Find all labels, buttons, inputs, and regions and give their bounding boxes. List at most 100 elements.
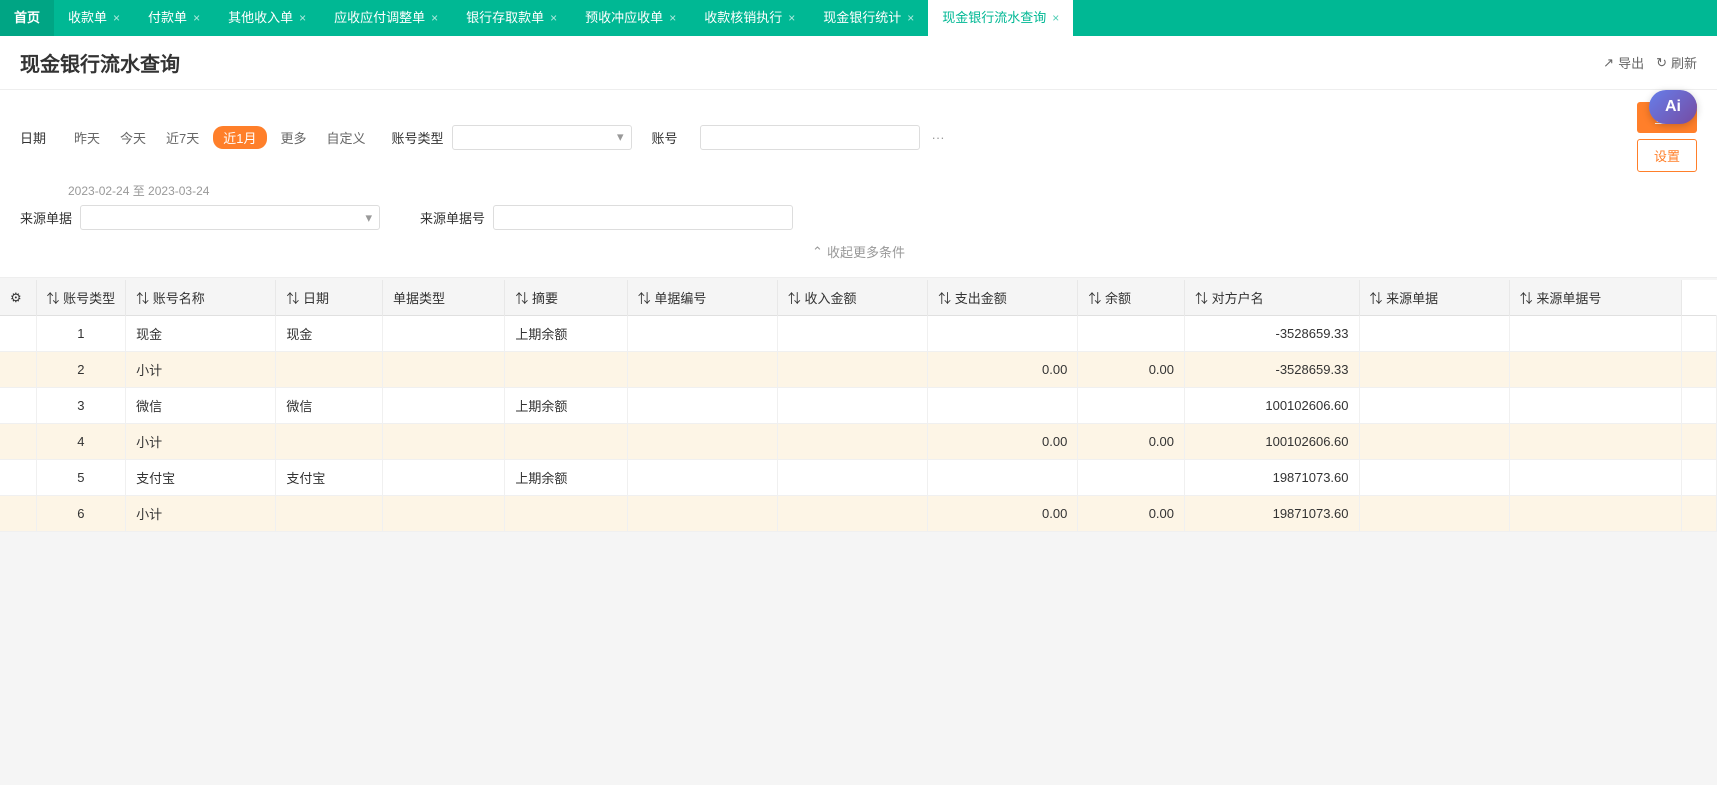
nav-close-bank-deposit[interactable]: × xyxy=(550,0,557,36)
nav-item-receipt[interactable]: 收款单 × xyxy=(54,0,134,36)
col-source-doc-num-label: 来源单据号 xyxy=(1536,291,1601,306)
table-cell: -3528659.33 xyxy=(1185,316,1360,352)
nav-item-other-income[interactable]: 其他收入单 × xyxy=(214,0,320,36)
date-btn-1month[interactable]: 近1月 xyxy=(213,126,266,149)
nav-item-home[interactable]: 首页 xyxy=(0,0,54,36)
row-gear-cell xyxy=(0,352,36,388)
col-source-doc-num[interactable]: ⇅ 来源单据号 xyxy=(1509,280,1681,316)
col-income-sort: ⇅ xyxy=(788,291,801,306)
col-summary[interactable]: ⇅ 摘要 xyxy=(505,280,627,316)
account-input[interactable] xyxy=(700,125,920,150)
nav-close-cash-stats[interactable]: × xyxy=(907,0,914,36)
date-btn-custom[interactable]: 自定义 xyxy=(321,126,372,149)
col-date-label: 日期 xyxy=(303,291,329,306)
refresh-button[interactable]: ↻ 刷新 xyxy=(1656,53,1697,72)
col-income[interactable]: ⇅ 收入金额 xyxy=(777,280,927,316)
nav-item-prepaid[interactable]: 预收冲应收单 × xyxy=(571,0,690,36)
col-income-label: 收入金额 xyxy=(805,291,857,306)
nav-item-cash-flow[interactable]: 现金银行流水查询 × xyxy=(928,0,1073,36)
account-label: 账号 xyxy=(652,128,692,147)
settings-button[interactable]: 设置 xyxy=(1637,139,1697,172)
table-cell xyxy=(276,352,383,388)
source-doc-filter-field: 来源单据 xyxy=(20,205,380,230)
table-cell: 上期余额 xyxy=(505,460,627,496)
source-doc-select[interactable] xyxy=(80,205,380,230)
date-range-display: 2023-02-24 至 2023-03-24 xyxy=(64,182,1697,199)
top-navigation: 首页 收款单 × 付款单 × 其他收入单 × 应收应付调整单 × 银行存取款单 … xyxy=(0,0,1717,36)
nav-close-cash-flow[interactable]: × xyxy=(1052,0,1059,36)
col-expense[interactable]: ⇅ 支出金额 xyxy=(928,280,1078,316)
export-icon: ↗ xyxy=(1603,55,1614,71)
date-btn-more[interactable]: 更多 xyxy=(275,126,313,149)
col-counterparty[interactable]: ⇅ 对方户名 xyxy=(1185,280,1360,316)
account-ellipsis[interactable]: ··· xyxy=(928,126,949,149)
source-doc-num-input[interactable] xyxy=(493,205,793,230)
date-btn-7days[interactable]: 近7天 xyxy=(160,126,205,149)
table-row[interactable]: 5支付宝支付宝上期余额19871073.60 xyxy=(0,460,1717,496)
col-balance[interactable]: ⇅ 余额 xyxy=(1078,280,1185,316)
nav-label-ar-ap-adjust: 应收应付调整单 xyxy=(334,0,425,36)
gear-icon[interactable]: ⚙ xyxy=(10,290,22,305)
date-label: 日期 xyxy=(20,128,60,147)
table-cell: 0.00 xyxy=(1078,352,1185,388)
col-date[interactable]: ⇅ 日期 xyxy=(276,280,383,316)
nav-close-receipt[interactable]: × xyxy=(113,0,120,36)
col-account-name-label: 账号名称 xyxy=(153,291,205,306)
nav-item-cash-stats[interactable]: 现金银行统计 × xyxy=(809,0,928,36)
table-cell: 支付宝 xyxy=(276,460,383,496)
table-cell xyxy=(928,316,1078,352)
account-type-label: 账号类型 xyxy=(392,128,444,147)
nav-close-payment[interactable]: × xyxy=(193,0,200,36)
table-cell: 100102606.60 xyxy=(1185,424,1360,460)
table-row[interactable]: 1现金现金上期余额-3528659.33 xyxy=(0,316,1717,352)
table-cell xyxy=(1509,424,1681,460)
table-cell xyxy=(1681,496,1716,532)
nav-item-bank-deposit[interactable]: 银行存取款单 × xyxy=(452,0,571,36)
nav-close-prepaid[interactable]: × xyxy=(669,0,676,36)
account-type-select[interactable] xyxy=(452,125,632,150)
col-doc-num[interactable]: ⇅ 单据编号 xyxy=(627,280,777,316)
table-header-row: ⚙ ⇅ 账号类型 ⇅ 账号名称 ⇅ 日期 单据类型 ⇅ xyxy=(0,280,1717,316)
table-cell: 0.00 xyxy=(1078,424,1185,460)
table-cell: 0.00 xyxy=(928,496,1078,532)
col-source-doc[interactable]: ⇅ 来源单据 xyxy=(1359,280,1509,316)
table-cell: 现金 xyxy=(276,316,383,352)
nav-item-payment[interactable]: 付款单 × xyxy=(134,0,214,36)
table-cell xyxy=(1359,424,1509,460)
col-balance-sort: ⇅ xyxy=(1088,291,1101,306)
refresh-label: 刷新 xyxy=(1671,53,1697,72)
export-label: 导出 xyxy=(1618,53,1644,72)
nav-item-ar-ap-adjust[interactable]: 应收应付调整单 × xyxy=(320,0,452,36)
table-cell xyxy=(777,352,927,388)
table-cell: 小计 xyxy=(126,424,276,460)
table-cell: 上期余额 xyxy=(505,316,627,352)
table-cell: 19871073.60 xyxy=(1185,496,1360,532)
filter-section: 日期 昨天 今天 近7天 近1月 更多 自定义 账号类型 账号 ··· xyxy=(0,90,1717,278)
table-cell xyxy=(627,352,777,388)
col-counterparty-sort: ⇅ xyxy=(1195,291,1208,306)
table-row[interactable]: 4小计0.000.00100102606.60 xyxy=(0,424,1717,460)
export-button[interactable]: ↗ 导出 xyxy=(1603,53,1644,72)
col-source-doc-sort: ⇅ xyxy=(1370,291,1383,306)
ai-badge[interactable]: Ai xyxy=(1649,90,1697,124)
account-type-filter-field: 账号类型 xyxy=(392,125,632,150)
table-row[interactable]: 2小计0.000.00-3528659.33 xyxy=(0,352,1717,388)
col-date-sort: ⇅ xyxy=(286,291,299,306)
nav-label-other-income: 其他收入单 xyxy=(228,0,293,36)
table-cell: 0.00 xyxy=(1078,496,1185,532)
col-summary-sort: ⇅ xyxy=(515,291,528,306)
col-settings[interactable]: ⚙ xyxy=(0,280,36,316)
collapse-bar[interactable]: ⌃ 收起更多条件 xyxy=(20,238,1697,265)
nav-item-receipt-verify[interactable]: 收款核销执行 × xyxy=(690,0,809,36)
nav-close-receipt-verify[interactable]: × xyxy=(788,0,795,36)
nav-close-other-income[interactable]: × xyxy=(299,0,306,36)
table-row[interactable]: 6小计0.000.0019871073.60 xyxy=(0,496,1717,532)
table-cell xyxy=(383,496,505,532)
col-account-type[interactable]: ⇅ 账号类型 xyxy=(36,280,126,316)
nav-close-ar-ap-adjust[interactable]: × xyxy=(431,0,438,36)
row-gear-cell xyxy=(0,316,36,352)
date-btn-today[interactable]: 今天 xyxy=(114,126,152,149)
col-account-name[interactable]: ⇅ 账号名称 xyxy=(126,280,276,316)
date-btn-yesterday[interactable]: 昨天 xyxy=(68,126,106,149)
table-row[interactable]: 3微信微信上期余额100102606.60 xyxy=(0,388,1717,424)
